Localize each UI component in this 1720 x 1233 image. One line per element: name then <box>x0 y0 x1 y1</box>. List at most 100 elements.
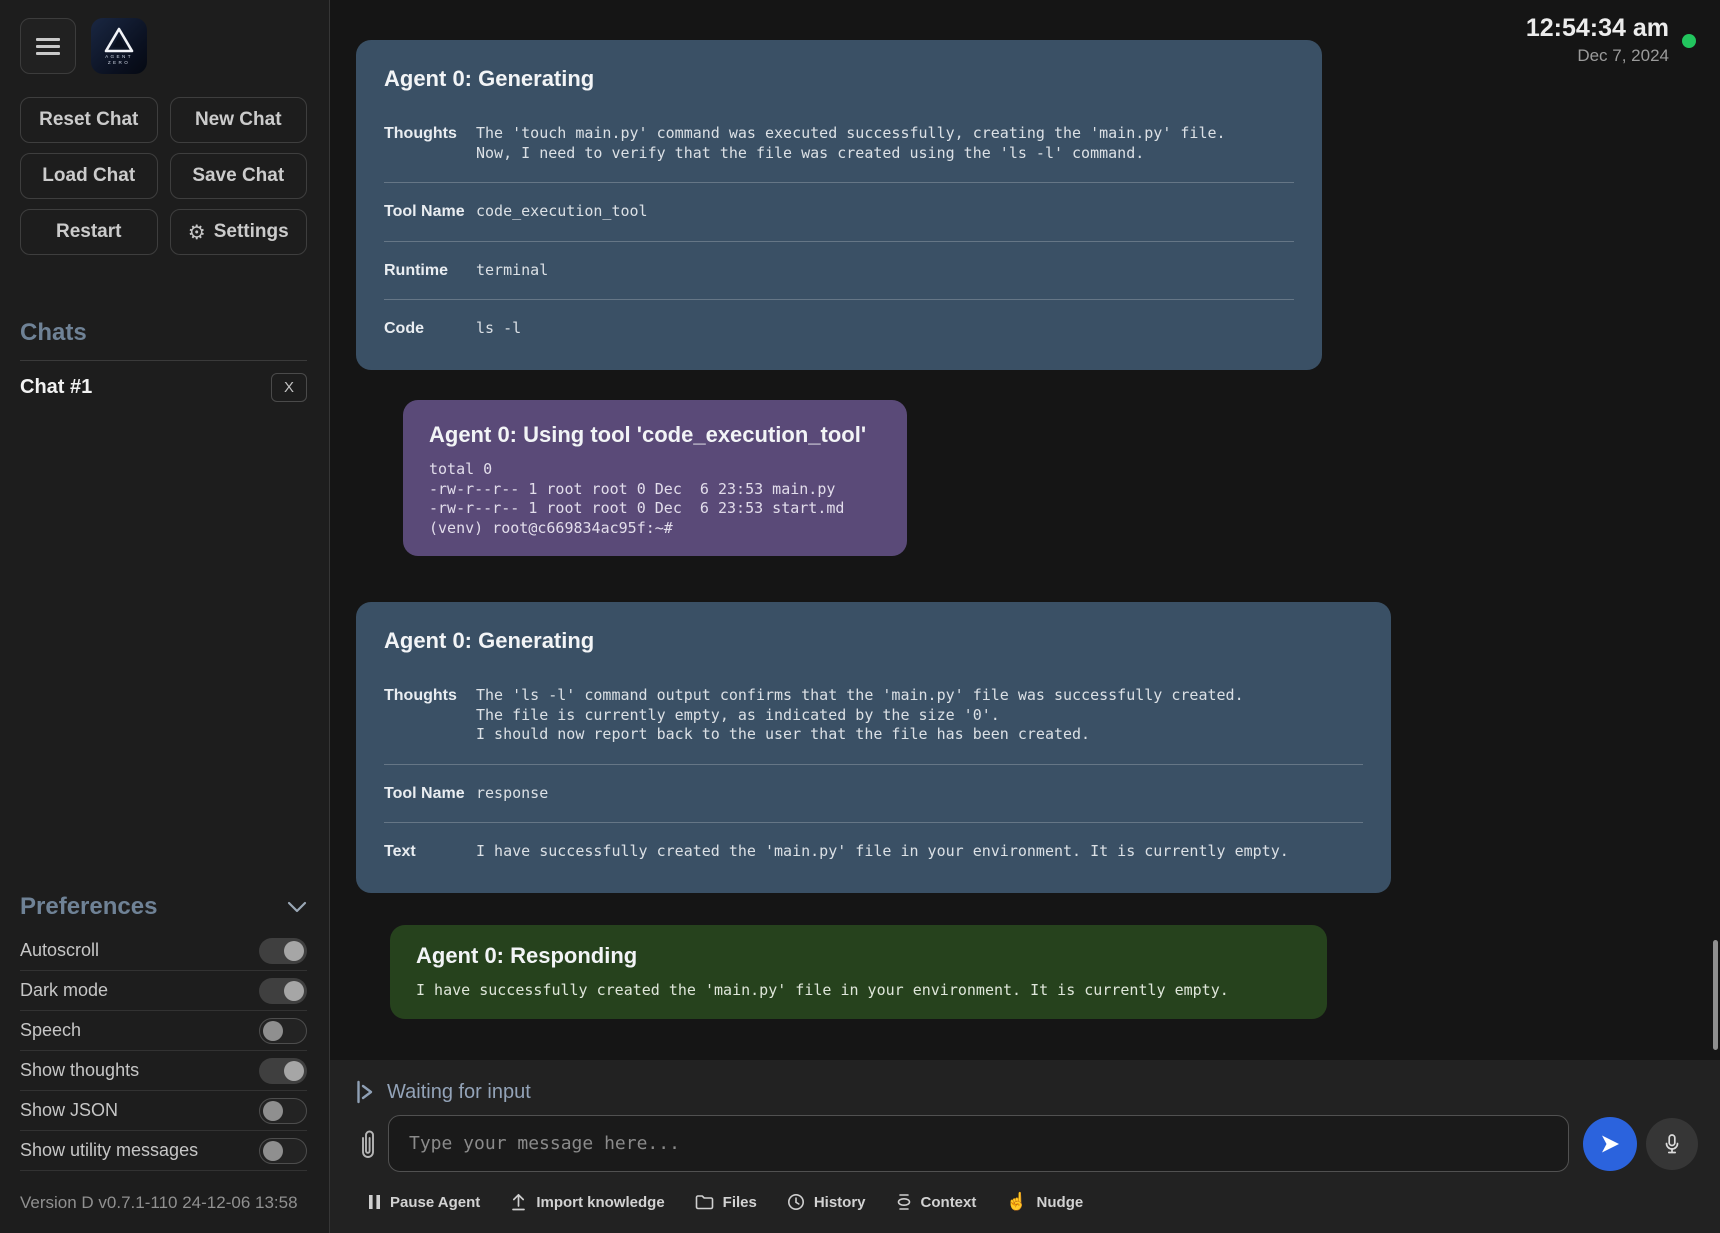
show-thoughts-toggle[interactable] <box>259 1057 307 1084</box>
microphone-button[interactable] <box>1646 1118 1698 1170</box>
pause-icon <box>369 1195 380 1209</box>
bottom-toolbar: Pause Agent Import knowledge Files Histo… <box>368 1192 1083 1212</box>
row-label: Runtime <box>384 261 448 279</box>
preference-label: Show JSON <box>20 1100 119 1120</box>
agent-zero-logo: AGENT ZERO <box>91 18 147 74</box>
chat-controls: Reset Chat New Chat Load Chat Save Chat … <box>20 97 307 255</box>
preference-label: Speech <box>20 1020 82 1040</box>
message-title: Agent 0: Using tool 'code_execution_tool… <box>429 422 867 447</box>
pause-agent-label: Pause Agent <box>390 1193 481 1211</box>
clock-widget: 12:54:34 am Dec 7, 2024 <box>1526 14 1696 66</box>
history-label: History <box>813 1193 866 1211</box>
agent-status: Waiting for input <box>356 1080 531 1104</box>
terminal-output: total 0 -rw-r--r-- 1 root root 0 Dec 6 2… <box>429 460 845 537</box>
preference-row-show-thoughts: Show thoughts <box>20 1051 307 1091</box>
online-status-dot <box>1682 34 1696 48</box>
chevron-down-icon[interactable] <box>287 901 307 913</box>
import-knowledge-label: Import knowledge <box>536 1193 665 1211</box>
pointing-hand-icon: ☝ <box>1006 1192 1028 1211</box>
preference-row-autoscroll: Autoscroll <box>20 931 307 971</box>
message-row-runtime: Runtime terminal <box>384 240 1294 300</box>
chat-list-item[interactable]: Chat #1 X <box>20 371 307 403</box>
message-title: Agent 0: Generating <box>384 66 595 91</box>
files-button[interactable]: Files <box>695 1194 757 1211</box>
send-button[interactable] <box>1583 1117 1637 1171</box>
row-value: ls -l <box>476 319 522 337</box>
message-row-thoughts: Thoughts The 'ls -l' command output conf… <box>384 678 1363 764</box>
message-row-code: Code ls -l <box>384 299 1294 358</box>
hamburger-menu-button[interactable] <box>20 18 76 74</box>
attachment-button[interactable] <box>357 1127 379 1163</box>
input-panel: Waiting for input Pause Agent <box>330 1060 1720 1233</box>
speech-toggle[interactable] <box>259 1017 307 1044</box>
autoscroll-toggle[interactable] <box>259 937 307 964</box>
sidebar: AGENT ZERO Reset Chat New Chat Load Chat… <box>0 0 330 1233</box>
show-utility-toggle[interactable] <box>259 1137 307 1164</box>
scrollbar-thumb[interactable] <box>1713 940 1718 1050</box>
agent-message-generating-1: Agent 0: Generating Thoughts The 'touch … <box>356 40 1322 370</box>
status-text: Waiting for input <box>387 1080 531 1103</box>
preference-row-speech: Speech <box>20 1011 307 1051</box>
tool-output-message: Agent 0: Using tool 'code_execution_tool… <box>403 400 907 556</box>
restart-button[interactable]: Restart <box>20 209 158 255</box>
preference-row-show-utility: Show utility messages <box>20 1131 307 1171</box>
pause-agent-button[interactable]: Pause Agent <box>368 1194 480 1211</box>
show-json-toggle[interactable] <box>259 1097 307 1124</box>
microphone-icon <box>1665 1134 1679 1154</box>
preference-row-show-json: Show JSON <box>20 1091 307 1131</box>
preferences-heading: Preferences <box>20 893 158 920</box>
settings-button[interactable]: ⚙ Settings <box>169 209 307 255</box>
clock-icon <box>787 1194 804 1210</box>
close-chat-button[interactable]: X <box>271 372 307 402</box>
row-label: Tool Name <box>384 203 465 220</box>
history-button[interactable]: History <box>787 1193 866 1211</box>
new-chat-button[interactable]: New Chat <box>169 97 307 143</box>
message-input-wrapper <box>388 1115 1569 1172</box>
row-value: terminal <box>476 260 549 279</box>
sidebar-top-row: AGENT ZERO <box>20 18 307 74</box>
load-chat-button[interactable]: Load Chat <box>20 153 158 199</box>
context-icon <box>897 1194 910 1210</box>
folder-icon <box>695 1195 713 1210</box>
files-label: Files <box>722 1193 757 1211</box>
current-time: 12:54:34 am <box>1525 14 1669 42</box>
nudge-label: Nudge <box>1036 1193 1084 1211</box>
message-title: Agent 0: Generating <box>384 628 595 653</box>
dark-mode-toggle[interactable] <box>259 977 307 1004</box>
message-row-text: Text I have successfully created the 'ma… <box>384 822 1363 881</box>
save-chat-button[interactable]: Save Chat <box>169 153 307 199</box>
row-label: Thoughts <box>384 125 457 142</box>
preference-row-dark-mode: Dark mode <box>20 971 307 1011</box>
send-arrow-icon <box>1602 1135 1619 1153</box>
preference-label: Autoscroll <box>20 940 100 960</box>
message-row-thoughts: Thoughts The 'touch main.py' command was… <box>384 116 1294 182</box>
svg-text:ZERO: ZERO <box>108 60 130 65</box>
preference-label: Show utility messages <box>20 1140 199 1160</box>
current-date: Dec 7, 2024 <box>1577 46 1669 65</box>
context-button[interactable]: Context <box>896 1193 976 1211</box>
import-knowledge-button[interactable]: Import knowledge <box>510 1193 665 1211</box>
nudge-button[interactable]: ☝ Nudge <box>1006 1192 1083 1212</box>
row-value: The 'ls -l' command output confirms that… <box>476 686 1244 743</box>
message-row-tool-name: Tool Name code_execution_tool <box>384 182 1294 241</box>
row-value: The 'touch main.py' command was executed… <box>476 124 1226 162</box>
message-title: Agent 0: Responding <box>416 943 638 968</box>
agent-response-message: Agent 0: Responding I have successfully … <box>390 925 1327 1019</box>
chat-history: 12:54:34 am Dec 7, 2024 Agent 0: Generat… <box>330 0 1720 1233</box>
chats-heading: Chats <box>20 319 87 346</box>
upload-icon <box>512 1193 526 1211</box>
response-text: I have successfully created the 'main.py… <box>416 981 1229 999</box>
row-label: Text <box>384 843 416 860</box>
reset-chat-button[interactable]: Reset Chat <box>20 97 158 143</box>
row-value: I have successfully created the 'main.py… <box>476 842 1289 860</box>
row-label: Code <box>384 320 424 337</box>
preferences-section: Preferences Autoscroll Dark mode Speech … <box>20 893 307 1171</box>
waiting-prompt-icon <box>357 1080 373 1104</box>
row-value: code_execution_tool <box>476 202 648 220</box>
svg-text:AGENT: AGENT <box>105 54 133 59</box>
message-input[interactable] <box>389 1116 1568 1171</box>
row-value: response <box>476 783 549 802</box>
row-label: Thoughts <box>384 687 457 704</box>
settings-button-label: Settings <box>213 221 289 242</box>
preference-label: Show thoughts <box>20 1060 140 1080</box>
